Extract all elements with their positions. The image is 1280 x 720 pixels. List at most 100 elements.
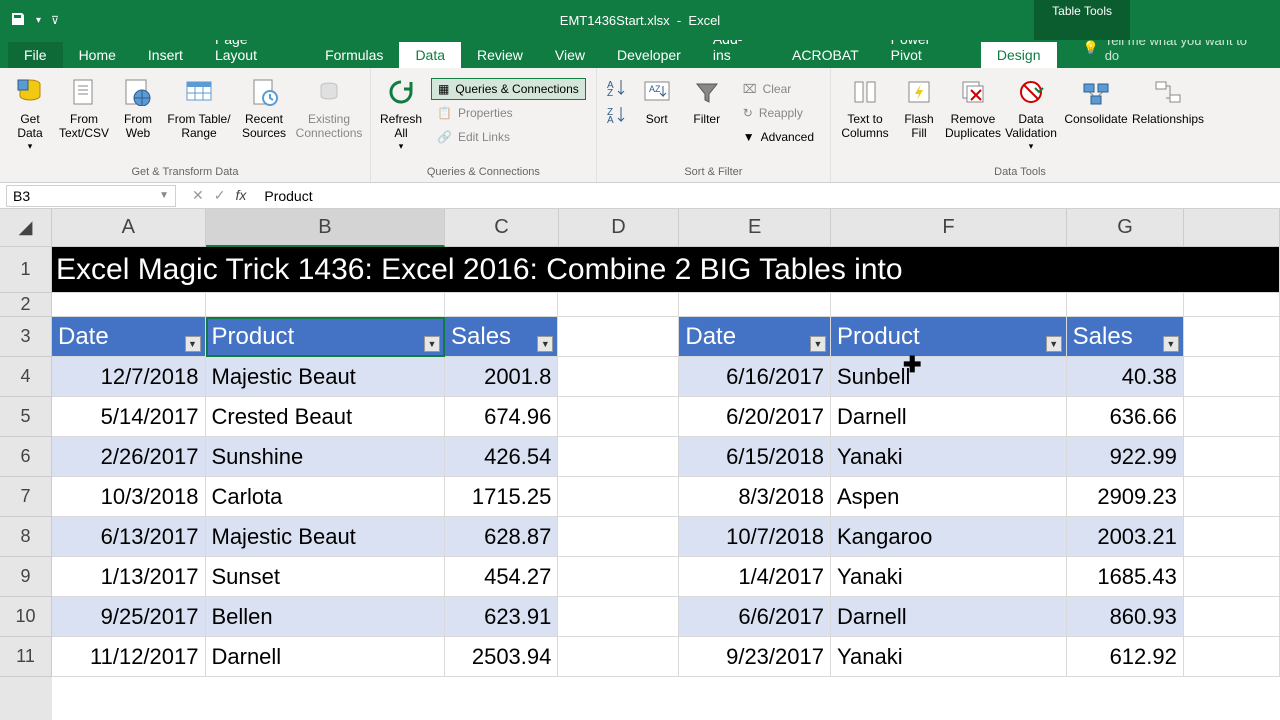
tab-formulas[interactable]: Formulas — [309, 42, 399, 68]
cell[interactable]: 2503.94 — [445, 637, 558, 677]
cell[interactable]: 674.96 — [445, 397, 558, 437]
cell[interactable]: Bellen — [206, 597, 446, 637]
cell[interactable] — [1184, 357, 1280, 397]
save-icon[interactable] — [10, 11, 26, 30]
filter-dropdown-icon[interactable]: ▼ — [810, 336, 826, 352]
col-header[interactable]: C — [445, 209, 558, 247]
cell[interactable]: 5/14/2017 — [52, 397, 206, 437]
cell[interactable]: Darnell — [206, 637, 446, 677]
cell[interactable] — [1184, 477, 1280, 517]
cell[interactable]: 1685.43 — [1067, 557, 1184, 597]
row-header[interactable]: 6 — [0, 437, 52, 477]
get-data-button[interactable]: Get Data▾ — [6, 74, 54, 160]
cell[interactable] — [1184, 637, 1280, 677]
cell[interactable]: 9/25/2017 — [52, 597, 206, 637]
row-header[interactable]: 5 — [0, 397, 52, 437]
cell[interactable] — [558, 293, 679, 317]
cell[interactable] — [558, 397, 679, 437]
row-header[interactable]: 8 — [0, 517, 52, 557]
reapply-button[interactable]: ↻Reapply — [737, 102, 820, 124]
table2-header-product[interactable]: Product▼ — [831, 317, 1067, 357]
cell[interactable] — [558, 517, 679, 557]
cell[interactable]: Darnell — [831, 397, 1067, 437]
tab-acrobat[interactable]: ACROBAT — [776, 42, 875, 68]
filter-dropdown-icon[interactable]: ▼ — [1046, 336, 1062, 352]
row-header[interactable]: 10 — [0, 597, 52, 637]
cell[interactable]: 1/4/2017 — [679, 557, 831, 597]
col-header[interactable]: G — [1067, 209, 1184, 247]
cell[interactable]: 612.92 — [1067, 637, 1184, 677]
cell[interactable]: Darnell — [831, 597, 1067, 637]
cell[interactable] — [1184, 293, 1280, 317]
cell[interactable]: 6/20/2017 — [679, 397, 831, 437]
col-header[interactable] — [1184, 209, 1280, 247]
cell[interactable]: Aspen — [831, 477, 1067, 517]
cell[interactable]: 2001.8 — [445, 357, 558, 397]
table-header-sales[interactable]: Sales▼ — [445, 317, 558, 357]
row-header[interactable]: 11 — [0, 637, 52, 677]
cell[interactable] — [1184, 517, 1280, 557]
cell[interactable]: 9/23/2017 — [679, 637, 831, 677]
cell[interactable]: 12/7/2018 — [52, 357, 206, 397]
sort-desc-button[interactable]: ZA — [607, 105, 627, 126]
existing-connections-button[interactable]: Existing Connections — [294, 74, 364, 160]
row-header[interactable]: 3 — [0, 317, 52, 357]
from-web-button[interactable]: From Web — [114, 74, 162, 160]
cell[interactable] — [558, 357, 679, 397]
properties-button[interactable]: 📋Properties — [431, 102, 586, 124]
select-all-button[interactable]: ◢ — [0, 209, 52, 247]
cell[interactable]: 623.91 — [445, 597, 558, 637]
cell[interactable] — [558, 437, 679, 477]
refresh-all-button[interactable]: Refresh All▾ — [377, 74, 425, 160]
table2-header-sales[interactable]: Sales▼ — [1067, 317, 1184, 357]
cell[interactable]: 922.99 — [1067, 437, 1184, 477]
qat-dropdown-icon[interactable]: ▾ — [36, 15, 41, 26]
consolidate-button[interactable]: Consolidate — [1061, 74, 1131, 160]
col-header[interactable]: E — [679, 209, 831, 247]
col-header[interactable]: A — [52, 209, 206, 247]
col-header[interactable]: B — [206, 209, 446, 247]
clear-button[interactable]: ⌧Clear — [737, 78, 820, 100]
cell[interactable] — [1184, 597, 1280, 637]
cell[interactable] — [52, 293, 206, 317]
cell[interactable]: Yanaki — [831, 437, 1067, 477]
row-header[interactable]: 7 — [0, 477, 52, 517]
cell[interactable]: Kangaroo — [831, 517, 1067, 557]
cell[interactable]: 860.93 — [1067, 597, 1184, 637]
cell[interactable] — [558, 637, 679, 677]
cell[interactable] — [558, 317, 679, 357]
cell[interactable]: 10/3/2018 — [52, 477, 206, 517]
cell[interactable] — [831, 293, 1067, 317]
remove-duplicates-button[interactable]: Remove Duplicates — [945, 74, 1001, 160]
cancel-icon[interactable]: ✕ — [192, 187, 204, 204]
from-table-range-button[interactable]: From Table/ Range — [164, 74, 234, 160]
cell[interactable]: 6/13/2017 — [52, 517, 206, 557]
cell[interactable]: 1715.25 — [445, 477, 558, 517]
cell[interactable]: Majestic Beaut — [206, 517, 446, 557]
cell[interactable]: 2003.21 — [1067, 517, 1184, 557]
cell[interactable] — [1184, 437, 1280, 477]
cell[interactable]: 6/15/2018 — [679, 437, 831, 477]
table-header-date[interactable]: Date▼ — [52, 317, 206, 357]
cell[interactable]: Sunset — [206, 557, 446, 597]
enter-icon[interactable]: ✓ — [214, 187, 226, 204]
row-header[interactable]: 4 — [0, 357, 52, 397]
table2-header-date[interactable]: Date▼ — [679, 317, 831, 357]
cell[interactable]: 628.87 — [445, 517, 558, 557]
filter-dropdown-icon[interactable]: ▼ — [424, 336, 440, 352]
cell[interactable]: 1/13/2017 — [52, 557, 206, 597]
text-to-columns-button[interactable]: Text to Columns — [837, 74, 893, 160]
cell[interactable]: 2909.23 — [1067, 477, 1184, 517]
cell[interactable]: Crested Beaut — [206, 397, 446, 437]
edit-links-button[interactable]: 🔗Edit Links — [431, 126, 586, 148]
row-header[interactable]: 2 — [0, 293, 52, 317]
table-header-product[interactable]: Product▼ — [206, 317, 446, 357]
cell[interactable]: 454.27 — [445, 557, 558, 597]
cell[interactable]: 636.66 — [1067, 397, 1184, 437]
cell[interactable] — [558, 477, 679, 517]
tab-insert[interactable]: Insert — [132, 42, 199, 68]
cell[interactable] — [445, 293, 558, 317]
cell[interactable]: 6/6/2017 — [679, 597, 831, 637]
cell[interactable]: Sunbell — [831, 357, 1067, 397]
flash-fill-button[interactable]: Flash Fill — [895, 74, 943, 160]
